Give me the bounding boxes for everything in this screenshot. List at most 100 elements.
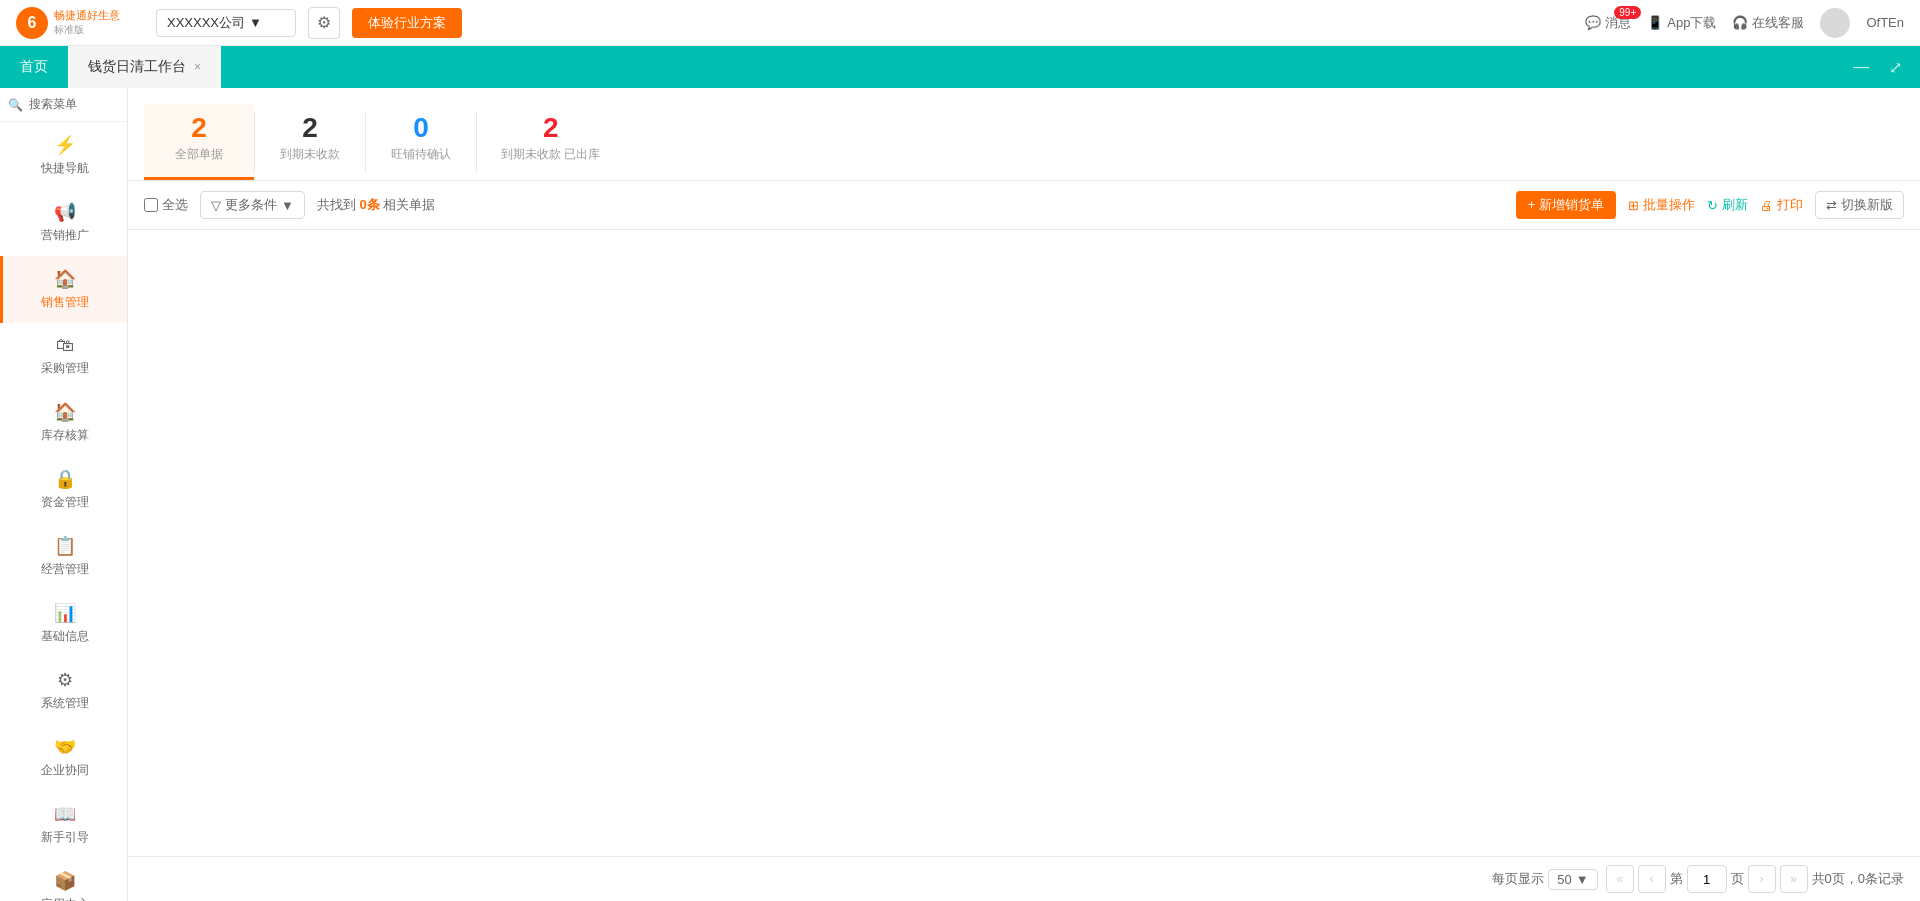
sidebar-item-quick-nav[interactable]: ⚡ 快捷导航 — [0, 122, 127, 189]
sidebar-item-finance[interactable]: 🔒 资金管理 — [0, 456, 127, 523]
sidebar-item-purchase[interactable]: 🛍 采购管理 — [0, 323, 127, 389]
inventory-icon: 🏠 — [54, 401, 76, 423]
stat-label-all: 全部单据 — [175, 146, 223, 163]
app-download-button[interactable]: 📱 App下载 — [1647, 14, 1716, 32]
content-area: 2 全部单据 2 到期未收款 0 旺铺待确认 2 到期未收款 已出库 — [128, 88, 1920, 901]
tab-close-icon[interactable]: × — [194, 60, 201, 74]
maximize-icon[interactable]: ⤢ — [1883, 58, 1908, 77]
top-bar-right: 💬 消息 99+ 📱 App下载 🎧 在线客服 OfTEn — [1585, 8, 1904, 38]
next-page-button[interactable]: › — [1748, 865, 1776, 893]
sidebar-item-label: 企业协同 — [41, 762, 89, 779]
refresh-icon: ↻ — [1707, 198, 1718, 213]
stat-label-overdue: 到期未收款 — [280, 146, 340, 163]
sidebar-item-basic[interactable]: 📊 基础信息 — [0, 590, 127, 657]
print-button[interactable]: 🖨 打印 — [1760, 196, 1803, 214]
sidebar-item-guide[interactable]: 📖 新手引导 — [0, 791, 127, 858]
batch-operation-button[interactable]: ⊞ 批量操作 — [1628, 196, 1695, 214]
trial-button[interactable]: 体验行业方案 — [352, 8, 462, 38]
per-page-label: 每页显示 — [1492, 870, 1544, 888]
tab-daily-work[interactable]: 钱货日清工作台 × — [68, 46, 221, 88]
stat-tab-all[interactable]: 2 全部单据 — [144, 104, 254, 180]
prev-page-button[interactable]: ‹ — [1638, 865, 1666, 893]
table-area — [128, 230, 1920, 856]
select-all-input[interactable] — [144, 198, 158, 212]
gear-icon: ⚙ — [317, 13, 331, 32]
first-page-button[interactable]: « — [1606, 865, 1634, 893]
page-suffix: 页 — [1731, 870, 1744, 888]
stat-label-pending: 旺铺待确认 — [391, 146, 451, 163]
stat-tab-pending[interactable]: 0 旺铺待确认 — [366, 104, 476, 180]
refresh-button[interactable]: ↻ 刷新 — [1707, 196, 1748, 214]
page-nav: « ‹ 第 页 › » 共0页，0条记录 — [1606, 865, 1904, 893]
switch-version-button[interactable]: ⇄ 切换新版 — [1815, 191, 1904, 219]
print-icon: 🖨 — [1760, 198, 1773, 213]
business-icon: 📋 — [54, 535, 76, 557]
logo-text-area: 畅捷通好生意 标准版 — [54, 8, 120, 36]
sales-icon: 🏠 — [54, 268, 76, 290]
sidebar-item-apps[interactable]: 📦 应用中心 — [0, 858, 127, 901]
filter-icon: ▽ — [211, 198, 221, 213]
minimize-icon[interactable]: — — [1847, 58, 1875, 76]
finance-icon: 🔒 — [54, 468, 76, 490]
per-page-select: 每页显示 50 ▼ — [1492, 869, 1597, 890]
per-page-dropdown[interactable]: 50 ▼ — [1548, 869, 1597, 890]
messages-badge: 99+ — [1614, 6, 1641, 19]
stat-num-pending: 0 — [413, 112, 429, 144]
sidebar-item-label: 库存核算 — [41, 427, 89, 444]
total-text: 共0页，0条记录 — [1812, 870, 1904, 888]
nav-tabs: 首页 钱货日清工作台 × — ⤢ — [0, 46, 1920, 88]
company-chevron: ▼ — [249, 15, 262, 30]
sidebar-item-label: 新手引导 — [41, 829, 89, 846]
home-tab-label: 首页 — [20, 58, 48, 76]
stat-tab-overdue-out[interactable]: 2 到期未收款 已出库 — [477, 104, 624, 180]
sidebar-item-label: 应用中心 — [41, 896, 89, 901]
app-icon: 📱 — [1647, 15, 1663, 30]
sidebar-item-marketing[interactable]: 📢 营销推广 — [0, 189, 127, 256]
sidebar-item-label: 基础信息 — [41, 628, 89, 645]
stat-tab-overdue[interactable]: 2 到期未收款 — [255, 104, 365, 180]
found-count: 0条 — [360, 197, 380, 212]
filter-button[interactable]: ▽ 更多条件 ▼ — [200, 191, 305, 219]
settings-button[interactable]: ⚙ — [308, 7, 340, 39]
print-label: 打印 — [1777, 196, 1803, 214]
company-select[interactable]: XXXXXX公司 ▼ — [156, 9, 296, 37]
toolbar-right: + 新增销货单 ⊞ 批量操作 ↻ 刷新 🖨 打印 ⇄ 切换新版 — [1516, 191, 1904, 219]
sidebar-item-label: 快捷导航 — [41, 160, 89, 177]
select-all-checkbox[interactable]: 全选 — [144, 196, 188, 214]
sidebar-item-business[interactable]: 📋 经营管理 — [0, 523, 127, 590]
purchase-icon: 🛍 — [56, 335, 74, 356]
app-label: App下载 — [1667, 14, 1716, 32]
sidebar-item-cooperation[interactable]: 🤝 企业协同 — [0, 724, 127, 791]
page-input[interactable] — [1687, 865, 1727, 893]
nav-tab-actions: — ⤢ — [1847, 58, 1920, 77]
toolbar-left: 全选 ▽ 更多条件 ▼ 共找到 0条 相关单据 — [144, 191, 1504, 219]
messages-button[interactable]: 💬 消息 99+ — [1585, 14, 1631, 32]
last-page-button[interactable]: » — [1780, 865, 1808, 893]
batch-icon: ⊞ — [1628, 198, 1639, 213]
sidebar-item-system[interactable]: ⚙ 系统管理 — [0, 657, 127, 724]
top-bar-left: 6 畅捷通好生意 标准版 XXXXXX公司 ▼ ⚙ 体验行业方案 — [16, 7, 462, 39]
sidebar-item-label: 营销推广 — [41, 227, 89, 244]
switch-label: 切换新版 — [1841, 196, 1893, 214]
search-menu-item[interactable]: 🔍 搜索菜单 — [0, 88, 127, 122]
pagination-bar: 每页显示 50 ▼ « ‹ 第 页 › » 共0页，0条记录 — [128, 856, 1920, 901]
tab-home[interactable]: 首页 — [0, 46, 68, 88]
logo-text: 畅捷通好生意 — [54, 8, 120, 22]
avatar[interactable] — [1820, 8, 1850, 38]
online-service-button[interactable]: 🎧 在线客服 — [1732, 14, 1804, 32]
stat-label-overdue-out: 到期未收款 已出库 — [501, 146, 600, 163]
logo-area: 6 畅捷通好生意 标准版 — [16, 7, 144, 39]
filter-label: 更多条件 — [225, 196, 277, 214]
logo-icon: 6 — [16, 7, 48, 39]
sidebar-item-inventory[interactable]: 🏠 库存核算 — [0, 389, 127, 456]
new-sale-button[interactable]: + 新增销货单 — [1516, 191, 1616, 219]
page-label: 第 — [1670, 870, 1683, 888]
guide-icon: 📖 — [54, 803, 76, 825]
company-name: XXXXXX公司 — [167, 14, 245, 32]
search-menu-label: 搜索菜单 — [29, 96, 77, 113]
sidebar-item-sales[interactable]: 🏠 销售管理 — [0, 256, 127, 323]
stat-num-overdue: 2 — [302, 112, 318, 144]
switch-icon: ⇄ — [1826, 198, 1837, 213]
main-layout: 🔍 搜索菜单 ⚡ 快捷导航 📢 营销推广 🏠 销售管理 🛍 采购管理 🏠 库存核… — [0, 88, 1920, 901]
cooperation-icon: 🤝 — [54, 736, 76, 758]
